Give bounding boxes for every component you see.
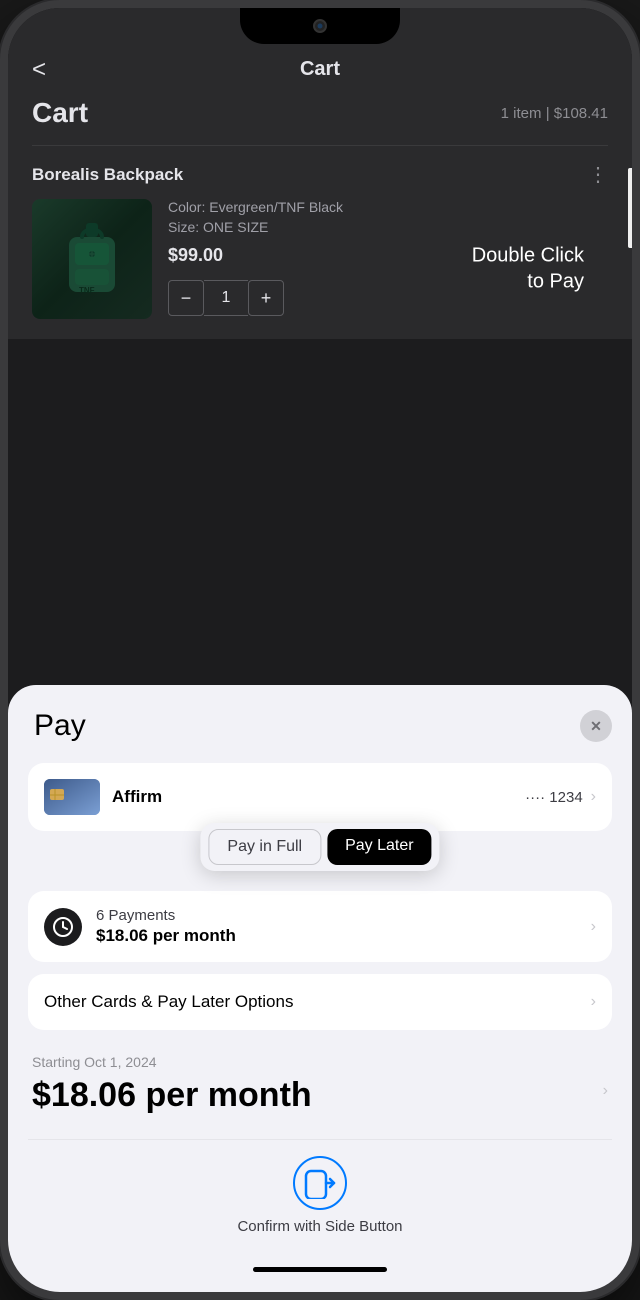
qty-decrease-button[interactable]: − (168, 280, 204, 316)
pay-text: Pay (34, 709, 86, 743)
product-section: Borealis Backpack ⋮ (32, 162, 608, 319)
confirm-text: Confirm with Side Button (237, 1218, 402, 1235)
cart-meta: 1 item | $108.41 (501, 105, 608, 122)
other-cards-section[interactable]: Other Cards & Pay Later Options › (28, 974, 612, 1030)
svg-text:TNF: TNF (79, 286, 95, 295)
backpack-icon: TNF (57, 217, 127, 302)
qty-increase-button[interactable]: + (248, 280, 284, 316)
card-image (44, 779, 100, 815)
product-image: TNF (32, 199, 152, 319)
cart-divider (32, 145, 608, 146)
product-details: Color: Evergreen/TNF Black Size: ONE SIZ… (168, 199, 608, 316)
monthly-amount: $18.06 per month (32, 1076, 312, 1115)
screen: < Cart Cart 1 item | $108.41 Borealis Ba… (8, 8, 632, 1292)
pay-toggle: Pay in Full Pay Later (200, 823, 439, 871)
cart-area: < Cart Cart 1 item | $108.41 Borealis Ba… (8, 8, 632, 339)
plan-details: 6 Payments $18.06 per month (96, 907, 577, 946)
confirm-icon (293, 1156, 347, 1210)
qty-value: 1 (204, 280, 248, 316)
apple-pay-sheet: Pay ✕ (8, 685, 632, 1292)
card-artwork (44, 779, 100, 815)
product-menu-button[interactable]: ⋮ (588, 162, 608, 187)
nav-bar: < Cart (32, 58, 608, 81)
product-name: Borealis Backpack (32, 165, 183, 185)
card-left: Affirm (44, 779, 162, 815)
back-button[interactable]: < (32, 56, 46, 84)
phone-camera (313, 19, 327, 33)
cart-header: Cart 1 item | $108.41 (32, 97, 608, 129)
starting-date: Starting Oct 1, 2024 (32, 1054, 312, 1070)
summary-section: Starting Oct 1, 2024 $18.06 per month › (28, 1050, 612, 1131)
product-color: Color: Evergreen/TNF Black (168, 199, 608, 215)
card-row[interactable]: Affirm ···· 1234 › (44, 779, 596, 815)
clock-icon (44, 908, 82, 946)
apple-pay-logo: Pay (28, 709, 86, 743)
other-cards-chevron-icon: › (591, 993, 596, 1011)
product-name-row: Borealis Backpack ⋮ (32, 162, 608, 187)
plan-count: 6 Payments (96, 907, 577, 924)
product-size: Size: ONE SIZE (168, 219, 608, 235)
plan-chevron-icon: › (591, 918, 596, 936)
product-row: TNF Color: Evergreen/TNF Black Size: ONE… (32, 199, 608, 319)
pay-later-button[interactable]: Pay Later (327, 829, 431, 865)
card-chevron-icon: › (591, 788, 596, 806)
payment-plan-section[interactable]: 6 Payments $18.06 per month › (28, 891, 612, 962)
pay-in-full-button[interactable]: Pay in Full (208, 829, 321, 865)
close-button[interactable]: ✕ (580, 710, 612, 742)
summary-chevron-icon: › (603, 1082, 608, 1100)
card-section: Affirm ···· 1234 › Pay in Full Pay Later (28, 763, 612, 831)
double-click-label: Double Clickto Pay (472, 242, 584, 294)
sheet-header: Pay ✕ (28, 709, 612, 743)
clock-svg (52, 916, 74, 938)
confirm-section: Confirm with Side Button (28, 1139, 612, 1255)
home-indicator (253, 1267, 387, 1272)
other-cards-text: Other Cards & Pay Later Options (44, 992, 293, 1012)
summary-row: Starting Oct 1, 2024 $18.06 per month › (32, 1054, 608, 1115)
phone-frame: < Cart Cart 1 item | $108.41 Borealis Ba… (0, 0, 640, 1300)
nav-title: Cart (300, 58, 340, 81)
card-number: ···· 1234 (525, 789, 583, 806)
plan-amount: $18.06 per month (96, 926, 577, 946)
side-button-icon (304, 1167, 336, 1199)
phone-notch (240, 8, 400, 44)
cart-label: Cart (32, 97, 88, 129)
payment-plan-row: 6 Payments $18.06 per month › (44, 907, 596, 946)
side-bar-indicator (628, 168, 632, 248)
card-name: Affirm (112, 787, 162, 807)
